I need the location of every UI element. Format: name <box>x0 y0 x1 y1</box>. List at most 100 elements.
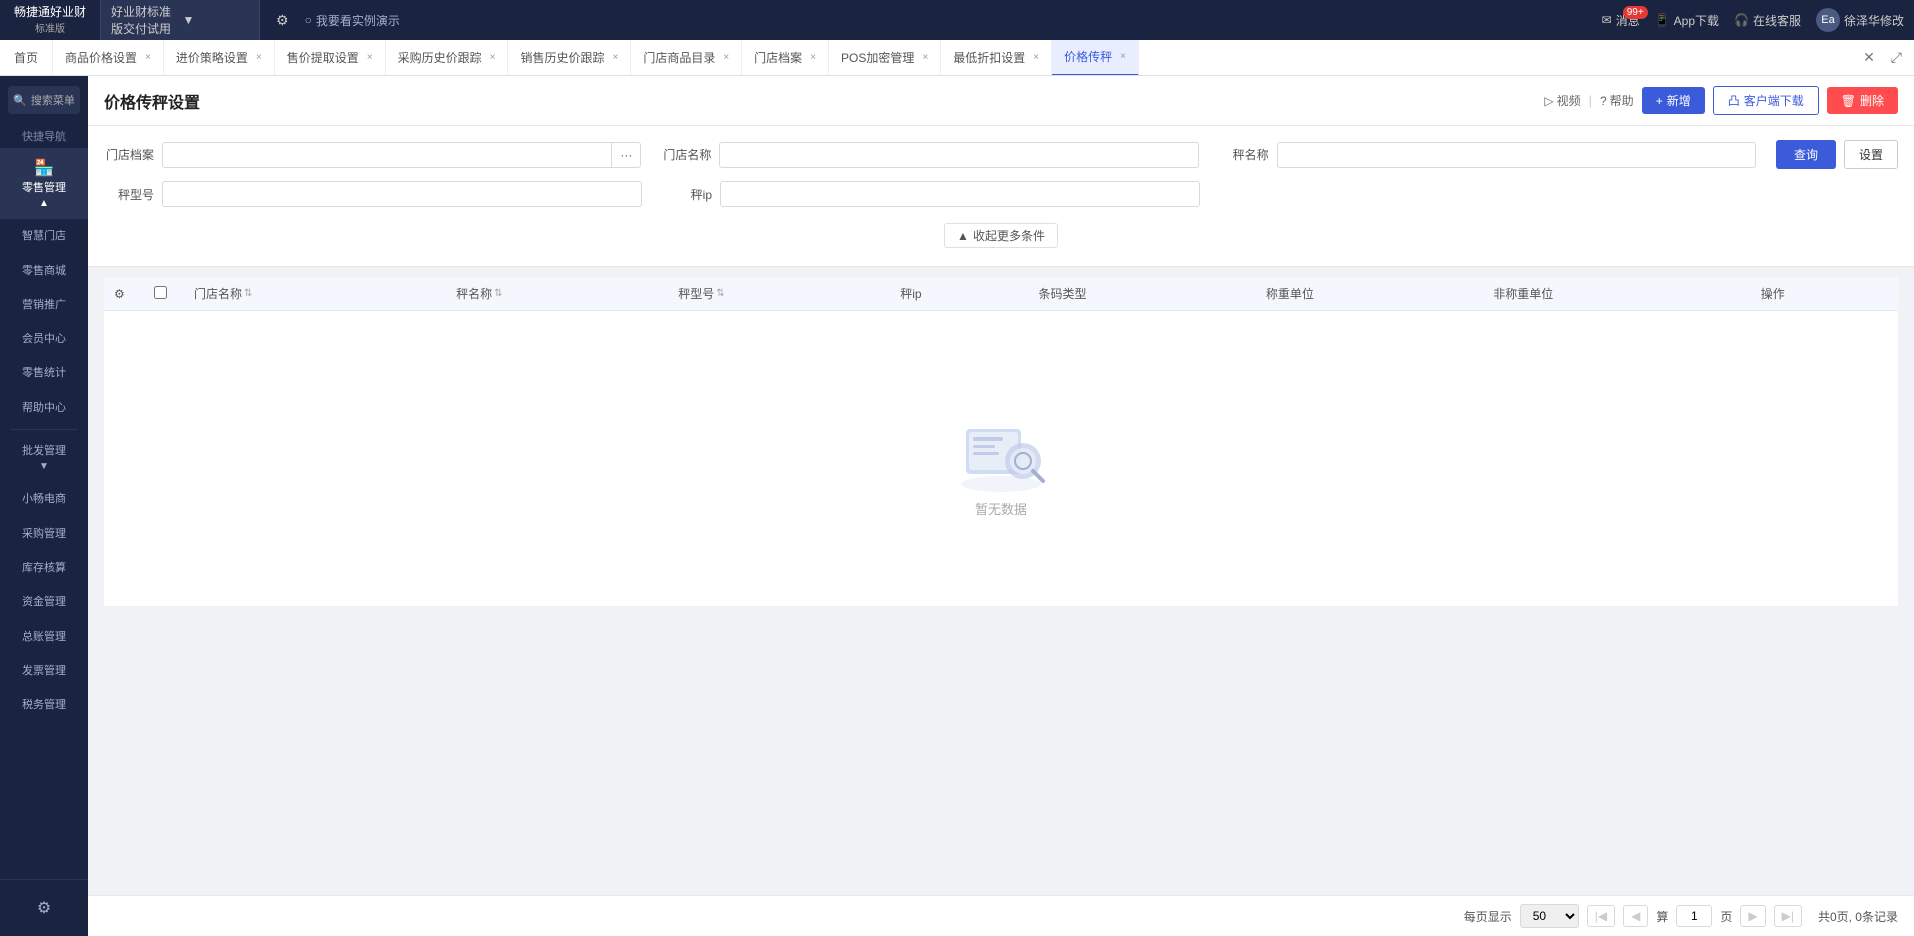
tab-close-sale-extract[interactable]: × <box>367 52 373 63</box>
tab-pos-encrypt[interactable]: POS加密管理 × <box>829 40 941 76</box>
retail-mgmt-expand-icon: ▲ <box>39 198 49 209</box>
tab-close-purchase-strategy[interactable]: × <box>256 52 262 63</box>
download-label: 客户端下载 <box>1744 92 1804 109</box>
tab-close-store-catalog[interactable]: × <box>723 52 729 63</box>
query-button[interactable]: 查询 <box>1776 140 1836 169</box>
setting-button[interactable]: 设置 <box>1844 140 1898 169</box>
page-first-btn[interactable]: |◀ <box>1587 905 1615 927</box>
th-checkbox[interactable] <box>144 277 184 311</box>
tab-price-setting[interactable]: 商品价格设置 × <box>53 40 164 76</box>
logo-area: 畅捷通好业财 标准版 <box>10 5 90 34</box>
page-next-btn[interactable]: ▶ <box>1740 905 1765 927</box>
scale-ip-input[interactable] <box>720 181 1200 207</box>
tab-close-all-btn[interactable]: ✕ <box>1859 47 1879 68</box>
delete-label: 删除 <box>1860 92 1884 109</box>
page-actions: ▷ 视频 | ? 帮助 + 新增 凸 客户端下载 🗑 删除 <box>1544 86 1898 115</box>
th-scale-model-sort[interactable]: 秤型号 ⇅ <box>678 285 880 302</box>
sidebar-item-smart-store[interactable]: 智慧门店 <box>0 219 88 253</box>
tab-min-discount[interactable]: 最低折扣设置 × <box>941 40 1052 76</box>
store-name-input[interactable] <box>719 142 1198 168</box>
sidebar-item-inventory[interactable]: 库存核算 <box>0 551 88 585</box>
select-all-checkbox[interactable] <box>154 286 167 299</box>
demo-link[interactable]: ○ 我要看实例演示 <box>305 12 400 29</box>
online-service-btn[interactable]: 🎧 在线客服 <box>1734 12 1801 29</box>
tab-close-purchase-history[interactable]: × <box>490 52 496 63</box>
sidebar-item-tax[interactable]: 税务管理 <box>0 688 88 722</box>
sidebar-item-help-center[interactable]: 帮助中心 <box>0 391 88 425</box>
sidebar-item-retail-mall[interactable]: 零售商城 <box>0 254 88 288</box>
empty-state-cell: 暂无数据 <box>104 311 1898 607</box>
collapse-label: 收起更多条件 <box>973 227 1045 244</box>
sidebar-divider-1 <box>10 429 78 430</box>
download-button[interactable]: 凸 客户端下载 <box>1713 86 1819 115</box>
sidebar-item-wholesale-mgmt[interactable]: 批发管理 ▼ <box>0 434 88 482</box>
store-archive-input[interactable] <box>162 142 611 168</box>
sidebar-item-finance[interactable]: 资金管理 <box>0 585 88 619</box>
tab-close-pos-encrypt[interactable]: × <box>922 52 928 63</box>
page-prev-btn[interactable]: ◀ <box>1623 905 1648 927</box>
tab-sale-extract[interactable]: 售价提取设置 × <box>275 40 386 76</box>
sidebar-item-purchase-mgmt[interactable]: 采购管理 <box>0 517 88 551</box>
scale-model-input[interactable] <box>162 181 642 207</box>
filter-scale-name: 秤名称 <box>1219 142 1756 168</box>
tab-purchase-history[interactable]: 采购历史价跟踪 × <box>386 40 509 76</box>
collapse-btn[interactable]: ▲ 收起更多条件 <box>944 223 1058 248</box>
collapse-up-icon: ▲ <box>957 229 969 243</box>
tab-close-price-scale[interactable]: × <box>1120 51 1126 62</box>
retail-mgmt-icon: 🏪 <box>34 158 54 178</box>
sidebar-item-general-ledger-label: 总账管理 <box>22 630 66 644</box>
th-settings[interactable]: ⚙ <box>104 277 144 311</box>
user-area[interactable]: Ea 徐泽华修改 <box>1816 8 1904 32</box>
version-selector[interactable]: 好业财标准版交付试用 ▼ <box>100 0 260 41</box>
delete-button[interactable]: 🗑 删除 <box>1827 87 1898 114</box>
sidebar-gear-btn[interactable]: ⚙ <box>0 890 88 926</box>
sidebar-item-retail-mgmt[interactable]: 🏪 零售管理 ▲ <box>0 148 88 219</box>
th-operation: 操作 <box>1751 277 1898 311</box>
messages-btn[interactable]: ✉ 消息 99+ <box>1602 12 1640 29</box>
setting-label: 设置 <box>1859 146 1883 163</box>
tab-purchase-strategy[interactable]: 进价策略设置 × <box>164 40 275 76</box>
tab-expand-btn[interactable]: ⤢ <box>1887 47 1906 68</box>
sort-icon-scale-name: ⇅ <box>494 288 502 299</box>
gear-icon-bottom: ⚙ <box>37 900 51 917</box>
per-page-label: 每页显示 <box>1464 908 1512 925</box>
help-link[interactable]: ? 帮助 <box>1600 92 1634 109</box>
page-last-btn[interactable]: ▶| <box>1774 905 1802 927</box>
th-store-name-sort[interactable]: 门店名称 ⇅ <box>194 285 436 302</box>
tab-close-sale-history[interactable]: × <box>612 52 618 63</box>
per-page-select[interactable]: 10 20 50 100 <box>1520 904 1579 928</box>
filter-store-archive: 门店档案 ··· <box>104 142 641 168</box>
app-download-btn[interactable]: 📱 App下载 <box>1655 12 1719 29</box>
th-scale-name-sort[interactable]: 秤名称 ⇅ <box>456 285 658 302</box>
version-gear-btn[interactable]: ⚙ <box>270 9 295 32</box>
sidebar-item-member-center[interactable]: 会员中心 <box>0 322 88 356</box>
tab-close-min-discount[interactable]: × <box>1033 52 1039 63</box>
demo-icon: ○ <box>305 13 312 27</box>
table-header-row: ⚙ 门店名称 ⇅ 秤名称 <box>104 277 1898 311</box>
page-header: 价格传秤设置 ▷ 视频 | ? 帮助 + 新增 凸 客户端下载 <box>88 76 1914 126</box>
tab-close-price-setting[interactable]: × <box>145 52 151 63</box>
empty-text: 暂无数据 <box>975 499 1027 518</box>
sidebar-item-general-ledger[interactable]: 总账管理 <box>0 620 88 654</box>
tab-home[interactable]: 首页 <box>0 40 53 76</box>
tab-price-scale[interactable]: 价格传秤 × <box>1052 40 1139 76</box>
sidebar-search-btn[interactable]: 🔍 搜索菜单 <box>8 86 80 114</box>
video-link[interactable]: ▷ 视频 <box>1544 92 1580 109</box>
tab-close-store-archive[interactable]: × <box>810 52 816 63</box>
sidebar-item-retail-stats[interactable]: 零售统计 <box>0 356 88 390</box>
trash-icon: 🗑 <box>1841 94 1856 108</box>
add-button[interactable]: + 新增 <box>1642 87 1705 114</box>
sidebar: 🔍 搜索菜单 快捷导航 🏪 零售管理 ▲ 智慧门店 零售商城 营销推广 会员中心… <box>0 76 88 936</box>
scale-name-input[interactable] <box>1277 142 1756 168</box>
sidebar-item-xiaochange[interactable]: 小畅电商 <box>0 482 88 516</box>
tab-sale-history[interactable]: 销售历史价跟踪 × <box>508 40 631 76</box>
tab-store-archive[interactable]: 门店档案 × <box>742 40 829 76</box>
store-archive-dots-btn[interactable]: ··· <box>611 142 641 168</box>
sidebar-nav-label-item: 快捷导航 <box>0 124 88 148</box>
page-input[interactable] <box>1676 905 1712 927</box>
sidebar-item-marketing[interactable]: 营销推广 <box>0 288 88 322</box>
sidebar-item-invoice[interactable]: 发票管理 <box>0 654 88 688</box>
filter-area: 门店档案 ··· 门店名称 秤名称 查询 <box>88 126 1914 267</box>
tab-store-catalog[interactable]: 门店商品目录 × <box>631 40 742 76</box>
headphone-icon: 🎧 <box>1734 13 1749 27</box>
